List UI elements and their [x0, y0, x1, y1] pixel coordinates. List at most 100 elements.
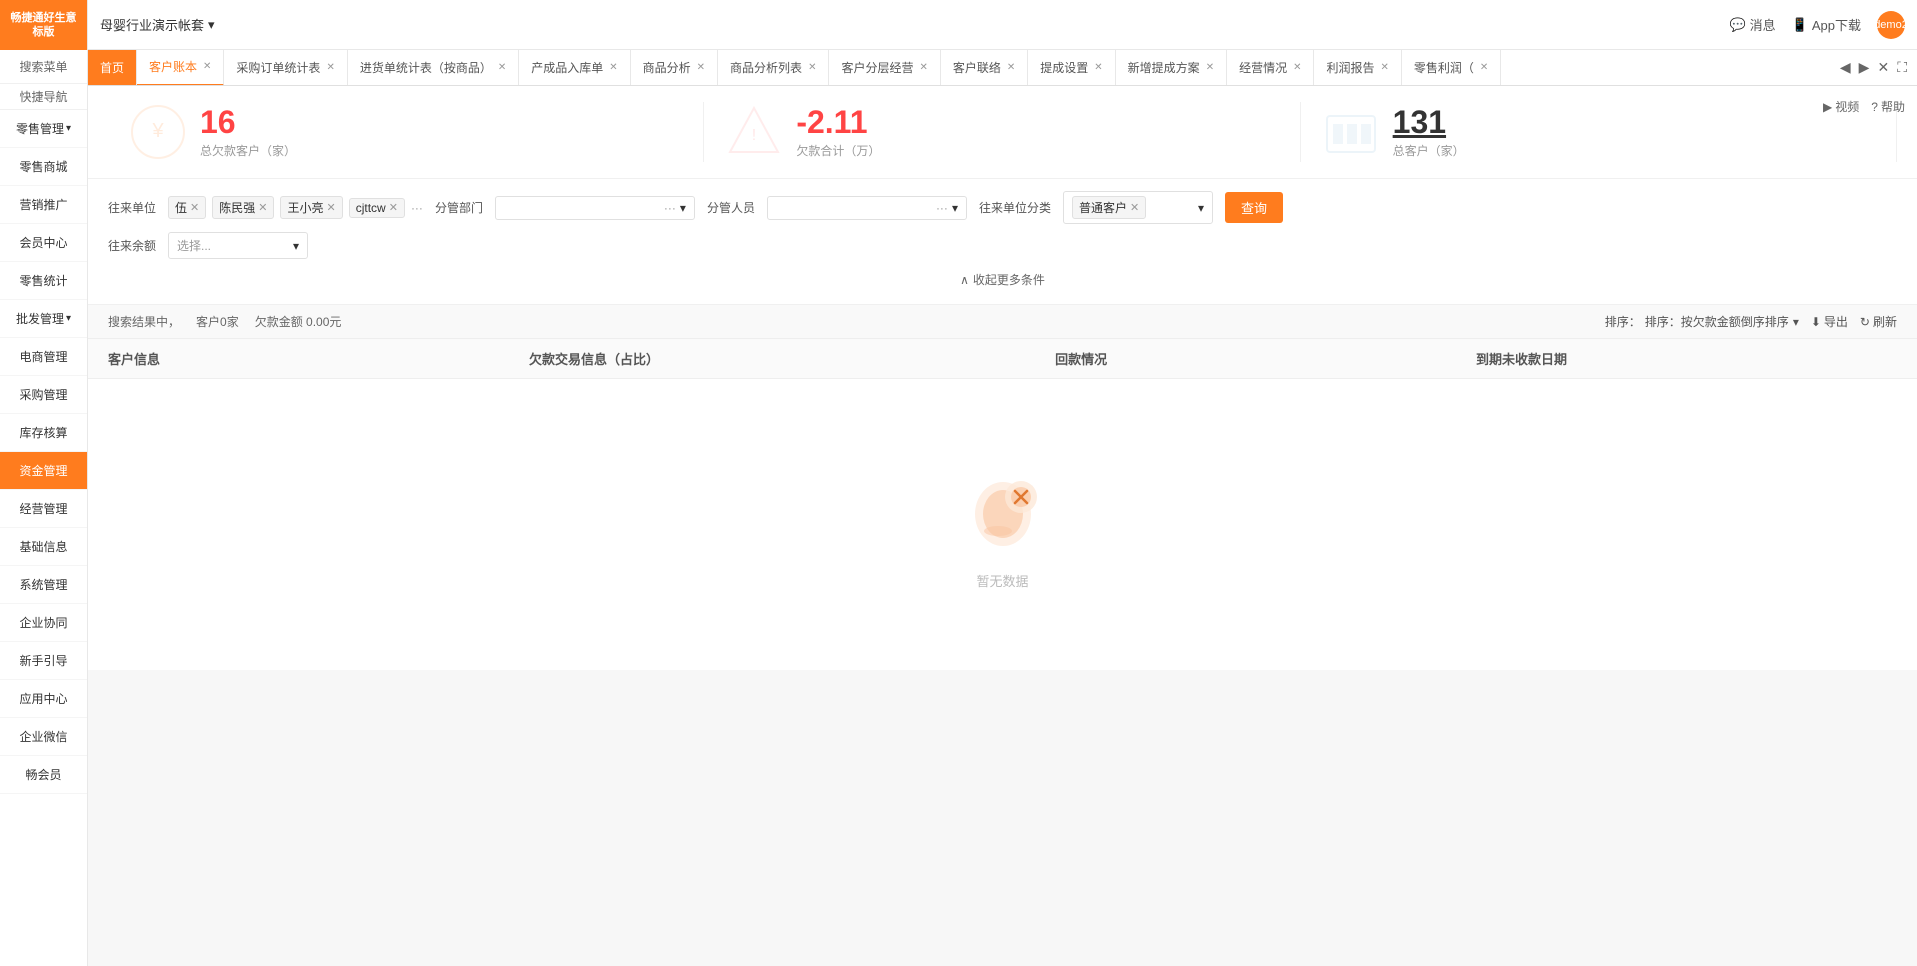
tab-inbound-stats[interactable]: 进货单统计表（按商品）✕ — [348, 50, 519, 86]
unit-class-select[interactable]: 普通客户 ✕ ▾ — [1063, 191, 1213, 224]
unit-filter-tags: 伍 ✕ 陈民强 ✕ 王小亮 ✕ cjttcw ✕ ··· — [168, 196, 423, 219]
tab-profit-report[interactable]: 利润报告✕ — [1314, 50, 1401, 86]
sidebar-item-inventory[interactable]: 库存核算 — [0, 414, 87, 452]
sidebar-item-ecom-mgmt[interactable]: 电商管理 — [0, 338, 87, 376]
stats-row: ¥ 16 总欠款客户（家） ! -2.11 欠款合计 — [88, 86, 1917, 179]
result-bar: 搜索结果中， 客户0家 欠款金额 0.00元 排序： 排序：按欠款金额倒序排序 … — [88, 305, 1917, 339]
unit-tag-cjttcw-close[interactable]: ✕ — [389, 201, 398, 214]
sidebar-item-wholesale-mgmt[interactable]: 批发管理▾ — [0, 300, 87, 338]
table-header-col-3: 回款情况 — [1055, 349, 1476, 368]
tab-close-customer-contact[interactable]: ✕ — [1007, 62, 1015, 73]
sidebar-item-capital-mgmt[interactable]: 资金管理 — [0, 452, 87, 490]
tab-close-new-reminder-plan[interactable]: ✕ — [1206, 62, 1214, 73]
dept-dots[interactable]: ··· — [664, 201, 676, 215]
tab-close-product-analysis-list[interactable]: ✕ — [808, 62, 816, 73]
message-btn[interactable]: 💬 消息 — [1729, 15, 1775, 34]
tab-home[interactable]: 首页 — [88, 50, 137, 86]
empty-text: 暂无数据 — [976, 571, 1028, 590]
result-bar-left: 搜索结果中， 客户0家 欠款金额 0.00元 — [108, 313, 341, 330]
tabs-close-all-btn[interactable]: ✕ — [1875, 57, 1891, 78]
tab-close-customer-book[interactable]: ✕ — [203, 61, 211, 72]
topbar-right: 💬 消息 📱 App下载 demo2 — [1729, 11, 1905, 39]
app-download-btn[interactable]: 📱 App下载 — [1792, 15, 1861, 34]
unit-tags-more[interactable]: ··· — [411, 201, 423, 215]
filter-row-2: 往来余额 选择... ▾ — [108, 232, 1897, 259]
tab-close-purchase-order-stats[interactable]: ✕ — [326, 62, 334, 73]
content-area: ¥ 16 总欠款客户（家） ! -2.11 欠款合计 — [88, 86, 1917, 966]
stat-total-customers-info: 131 总客户（家） — [1393, 106, 1465, 159]
credit-total-icon: ! — [724, 102, 784, 162]
dept-chevron-icon: ▾ — [680, 201, 686, 215]
unit-tag-cjttcw[interactable]: cjttcw ✕ — [349, 198, 405, 218]
stat-credit-info: 16 总欠款客户（家） — [200, 106, 296, 159]
sidebar-item-purchase-mgmt[interactable]: 采购管理 — [0, 376, 87, 414]
video-help-btn[interactable]: ▶ 视频 — [1823, 98, 1859, 115]
account-selector[interactable]: 母婴行业演示帐套 ▾ — [100, 15, 215, 34]
tab-ops-status[interactable]: 经营情况✕ — [1227, 50, 1314, 86]
sidebar-item-retail-stats[interactable]: 零售统计 — [0, 262, 87, 300]
svg-text:¥: ¥ — [151, 120, 164, 142]
tab-purchase-order-stats[interactable]: 采购订单统计表✕ — [224, 50, 347, 86]
tab-close-production-inbound[interactable]: ✕ — [609, 62, 617, 73]
sidebar-item-basic-info[interactable]: 基础信息 — [0, 528, 87, 566]
refresh-btn[interactable]: ↻ 刷新 — [1860, 313, 1897, 330]
unit-tag-wu[interactable]: 伍 ✕ — [168, 196, 206, 219]
sidebar-item-retail-mgmt[interactable]: 零售管理▾ — [0, 110, 87, 148]
tab-close-ops-status[interactable]: ✕ — [1293, 62, 1301, 73]
person-dots[interactable]: ··· — [936, 201, 948, 215]
unit-tag-wang-close[interactable]: ✕ — [327, 201, 336, 214]
tab-customer-contact[interactable]: 客户联络✕ — [941, 50, 1028, 86]
tab-product-analysis-list[interactable]: 商品分析列表✕ — [718, 50, 829, 86]
tab-close-customer-segmentation[interactable]: ✕ — [919, 62, 927, 73]
sidebar-item-enterprise-collab[interactable]: 企业协同 — [0, 604, 87, 642]
tab-customer-segmentation[interactable]: 客户分层经营✕ — [829, 50, 940, 86]
unit-class-tag-normal[interactable]: 普通客户 ✕ — [1072, 196, 1146, 219]
sidebar-quick-nav[interactable]: 快捷导航 — [0, 84, 87, 110]
dept-filter-label: 分管部门 — [435, 199, 483, 216]
query-button[interactable]: 查询 — [1225, 192, 1283, 223]
tab-close-reminder-settings[interactable]: ✕ — [1094, 62, 1102, 73]
tabs-next-btn[interactable]: ▶ — [1857, 57, 1872, 78]
export-btn[interactable]: ⬇ 导出 — [1811, 313, 1848, 330]
sidebar-item-ops-mgmt[interactable]: 经营管理 — [0, 490, 87, 528]
unit-class-tag-close[interactable]: ✕ — [1130, 201, 1139, 214]
collapse-btn[interactable]: ∧ 收起更多条件 — [952, 267, 1053, 292]
export-icon: ⬇ — [1811, 315, 1821, 329]
search-result-label: 搜索结果中， — [108, 313, 180, 330]
tabs-maximize-btn[interactable]: ⛶ — [1895, 57, 1909, 78]
sidebar-item-new-guide[interactable]: 新手引导 — [0, 642, 87, 680]
stat-total-customers-value: 131 — [1393, 106, 1465, 138]
tab-close-retail-profit[interactable]: ✕ — [1480, 62, 1488, 73]
help-btn[interactable]: ? 帮助 — [1871, 98, 1905, 115]
person-select[interactable]: ··· ▾ — [767, 196, 967, 220]
unit-tag-chen[interactable]: 陈民强 ✕ — [212, 196, 274, 219]
sidebar-item-enterprise-wechat[interactable]: 企业微信 — [0, 718, 87, 756]
sidebar-search[interactable]: 搜索菜单 — [0, 50, 87, 84]
sidebar-item-app-center[interactable]: 应用中心 — [0, 680, 87, 718]
sidebar-item-sys-mgmt[interactable]: 系统管理 — [0, 566, 87, 604]
sidebar-item-marketing[interactable]: 营销推广 — [0, 186, 87, 224]
tab-retail-profit[interactable]: 零售利润（✕ — [1402, 50, 1501, 86]
remainder-select[interactable]: 选择... ▾ — [168, 232, 308, 259]
sidebar-item-retail-mall[interactable]: 零售商城 — [0, 148, 87, 186]
unit-tag-wu-close[interactable]: ✕ — [190, 201, 199, 214]
sort-select[interactable]: 排序： 排序：按欠款金额倒序排序 ▾ — [1605, 313, 1799, 330]
tab-new-reminder-plan[interactable]: 新增提成方案✕ — [1116, 50, 1227, 86]
stat-credit-total-info: -2.11 欠款合计（万） — [796, 106, 880, 159]
refresh-icon: ↻ — [1860, 315, 1870, 329]
sidebar-item-vip-member[interactable]: 畅会员 — [0, 756, 87, 794]
tab-customer-book[interactable]: 客户账本✕ — [137, 50, 224, 86]
unit-tag-chen-close[interactable]: ✕ — [258, 201, 267, 214]
tab-production-inbound[interactable]: 产成品入库单✕ — [519, 50, 630, 86]
tab-product-analysis[interactable]: 商品分析✕ — [631, 50, 718, 86]
dept-select[interactable]: ··· ▾ — [495, 196, 695, 220]
tab-close-product-analysis[interactable]: ✕ — [697, 62, 705, 73]
tab-close-profit-report[interactable]: ✕ — [1381, 62, 1389, 73]
tab-close-inbound-stats[interactable]: ✕ — [498, 62, 506, 73]
tab-reminder-settings[interactable]: 提成设置✕ — [1028, 50, 1115, 86]
unit-tag-wang[interactable]: 王小亮 ✕ — [280, 196, 342, 219]
sidebar-item-member-center[interactable]: 会员中心 — [0, 224, 87, 262]
avatar[interactable]: demo2 — [1877, 11, 1905, 39]
tabs-prev-btn[interactable]: ◀ — [1838, 57, 1853, 78]
sidebar-logo[interactable]: 畅捷通好生意 标版 — [0, 0, 87, 50]
